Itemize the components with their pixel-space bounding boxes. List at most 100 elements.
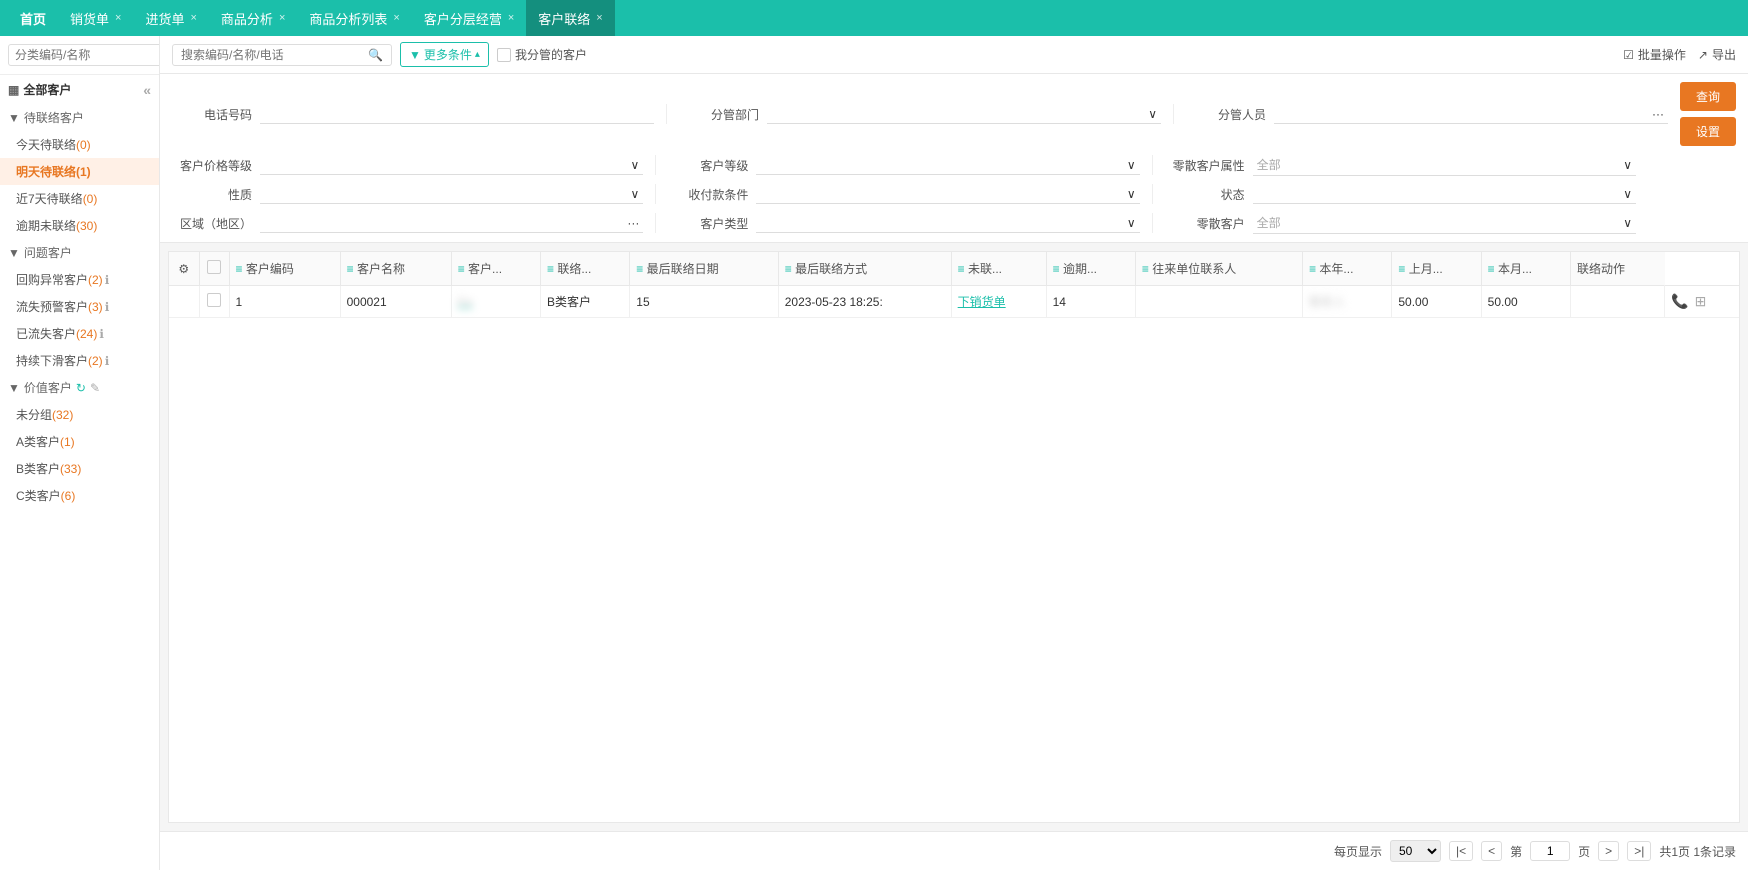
retail-customer-caret: ∨ [1623,216,1632,230]
dept-select[interactable]: ∨ [767,105,1161,124]
edit-icon[interactable]: ✎ [90,381,100,395]
filter-area: 区域（地区） ··· [172,214,643,233]
customer-type-select[interactable]: ∨ [756,214,1139,233]
content-area: 🔍 ▼ 更多条件 ▴ 我分管的客户 ☑ 批量操作 ↗ 导出 [160,36,1748,870]
nav-customer-contact-close[interactable]: × [596,12,602,24]
page-input[interactable] [1530,841,1570,861]
filter-icon: ▼ [409,48,421,62]
filter-retail-customer: 零散客户 全部 ∨ [1165,212,1636,234]
grid-icon: ▦ [8,83,19,97]
filter-row-2: 客户价格等级 ∨ 客户等级 ∨ 零散客户属性 [172,154,1736,176]
batch-op-button[interactable]: ☑ 批量操作 [1623,46,1686,63]
nav-purchase-close[interactable]: × [190,12,196,24]
row-customer-code: 000021 [340,286,451,318]
nav-purchase[interactable]: 进货单 × [133,0,208,36]
sidebar-item-declining[interactable]: 持续下滑客户 (2) ℹ [0,347,159,374]
export-icon: ↗ [1698,48,1708,62]
export-button[interactable]: ↗ 导出 [1698,46,1736,63]
action-icons-group: 📞 ⊞ [1671,293,1733,310]
status-caret: ∨ [1623,187,1632,201]
nav-customer-contact[interactable]: 客户联络 × [526,0,614,36]
nav-sales-close[interactable]: × [115,12,121,24]
setting-button[interactable]: 设置 [1680,117,1736,146]
sidebar-item-a-class[interactable]: A类客户 (1) [0,428,159,455]
sidebar-search-area: 🔍 [0,36,159,75]
check-icon: ☑ [1623,48,1634,62]
filter-dept: 分管部门 ∨ [679,105,1161,124]
first-page-btn[interactable]: |< [1449,841,1473,861]
phone-input[interactable] [260,105,654,124]
sidebar-item-ungrouped[interactable]: 未分组 (32) [0,401,159,428]
col-settings[interactable]: ⚙ [169,252,199,286]
row-checkbox[interactable] [199,286,229,318]
price-level-select[interactable]: ∨ [260,156,643,175]
search-icon[interactable]: 🔍 [368,48,383,62]
triangle-icon-2: ▼ [8,246,20,260]
row-this-month [1570,286,1664,318]
per-page-label: 每页显示 [1334,843,1382,860]
sidebar-item-abnormal-repurchase[interactable]: 回购异常客户 (2) ℹ [0,266,159,293]
row-overdue [1135,286,1302,318]
sidebar-collapse-icon[interactable]: « [143,82,151,98]
col-last-contact-method: ≡ 最后联络方式 [778,252,951,286]
col-overdue: ≡ 逾期... [1046,252,1135,286]
next-page-btn[interactable]: > [1598,841,1619,861]
nav-customer-tier[interactable]: 客户分层经营 × [412,0,526,36]
person-select[interactable]: ··· [1274,105,1668,124]
sidebar-item-b-class[interactable]: B类客户 (33) [0,455,159,482]
info-icon-3: ℹ [99,327,104,341]
nav-product-analysis-close[interactable]: × [279,12,285,24]
nav-customer-tier-close[interactable]: × [508,12,514,24]
row-customer-name[interactable]: Ea [451,286,540,318]
sidebar-item-7day-contact[interactable]: 近7天待联络 (0) [0,185,159,212]
nav-sales[interactable]: 销货单 × [58,0,133,36]
toolbar-right: ☑ 批量操作 ↗ 导出 [1623,46,1736,63]
nav-home[interactable]: 首页 [8,0,58,36]
area-select[interactable]: ··· [260,214,643,233]
retail-attr-select[interactable]: 全部 ∨ [1253,154,1636,176]
filter-panel: 电话号码 分管部门 ∨ 分管人员 ··· [160,74,1748,243]
sidebar-group-problem-customers[interactable]: ▼ 问题客户 [0,239,159,266]
query-button[interactable]: 查询 [1680,82,1736,111]
refresh-icon[interactable]: ↻ [76,381,86,395]
sidebar-group-pending-contact[interactable]: ▼ 待联络客户 [0,104,159,131]
nav-product-analysis-list-close[interactable]: × [393,12,399,24]
sidebar-item-overdue-contact[interactable]: 逾期未联络 (30) [0,212,159,239]
nature-select[interactable]: ∨ [260,185,643,204]
sidebar-item-churn-warning[interactable]: 流失预警客户 (3) ℹ [0,293,159,320]
sidebar-item-tomorrow-contact[interactable]: 明天待联络 (1) [0,158,159,185]
col-customer-type: ≡ 客户... [451,252,540,286]
sidebar: 🔍 ▦ 全部客户 « ▼ 待联络客户 今天待联络 (0) 明天待联络 (1) 近… [0,36,160,870]
retail-customer-select[interactable]: 全部 ∨ [1253,212,1636,234]
row-contact-actions: 📞 ⊞ [1665,286,1739,318]
last-page-btn[interactable]: >| [1627,841,1651,861]
row-contact-count: 15 [630,286,778,318]
prev-page-btn[interactable]: < [1481,841,1502,861]
filter-phone: 电话号码 [172,105,654,124]
more-filter-button[interactable]: ▼ 更多条件 ▴ [400,42,489,67]
per-page-select[interactable]: 50 10 20 100 [1390,840,1441,862]
sidebar-item-c-class[interactable]: C类客户 (6) [0,482,159,509]
status-select[interactable]: ∨ [1253,185,1636,204]
nav-product-analysis-list[interactable]: 商品分析列表 × [297,0,411,36]
col-this-month: ≡ 本月... [1481,252,1570,286]
more-icon[interactable]: ⊞ [1695,293,1707,310]
col-contact-action: 联络动作 [1570,252,1664,286]
row-last-contact-method[interactable]: 下销货单 [951,286,1046,318]
my-customers-checkbox[interactable]: 我分管的客户 [497,46,587,63]
payment-select[interactable]: ∨ [756,185,1139,204]
col-checkbox[interactable] [199,252,229,286]
filter-person: 分管人员 ··· [1186,105,1668,124]
sidebar-item-churned[interactable]: 已流失客户 (24) ℹ [0,320,159,347]
col-contact-count: ≡ 联络... [540,252,629,286]
sidebar-all-customers[interactable]: ▦ 全部客户 « [0,75,159,104]
nav-product-analysis[interactable]: 商品分析 × [209,0,297,36]
sidebar-group-value-customers[interactable]: ▼ 价值客户 ↻ ✎ [0,374,159,401]
contact-icon[interactable]: 📞 [1671,293,1688,310]
customer-level-select[interactable]: ∨ [756,156,1139,175]
search-input[interactable] [181,48,368,62]
row-settings[interactable] [169,286,199,318]
search-box: 🔍 [172,44,392,66]
sidebar-search-input[interactable] [8,44,160,66]
sidebar-item-today-contact[interactable]: 今天待联络 (0) [0,131,159,158]
